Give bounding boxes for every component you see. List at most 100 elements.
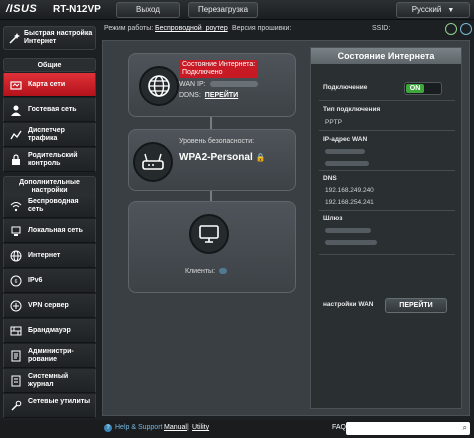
wan-settings-label: настройки WAN <box>323 301 374 308</box>
sidebar-item-vpn[interactable]: VPN сервер <box>3 294 96 318</box>
sidebar-item-network-map[interactable]: Карта сети <box>3 73 96 97</box>
dns-label: DNS <box>323 175 337 182</box>
connection-toggle[interactable]: ON <box>404 82 442 95</box>
wan-ip-redacted-2 <box>325 161 369 166</box>
status-line: Режим работы: Беспроводной_роутер Версия… <box>100 22 474 36</box>
quick-setup-button[interactable]: Быстрая настройка Интернет <box>3 26 96 50</box>
clients-card[interactable]: Клиенты: <box>128 201 296 293</box>
ssid-label: SSID: <box>372 25 391 32</box>
wand-icon <box>9 33 20 44</box>
security-value-row: WPA2-Personal 🔒 <box>179 152 266 163</box>
wan-ip-redacted-1 <box>325 149 365 154</box>
internet-status-badge: Состояние Интернета: Подключено <box>179 60 259 78</box>
usb-status-icon[interactable] <box>460 23 472 35</box>
help-support-label: Help & Support <box>115 424 163 431</box>
sidebar-item-guest-network[interactable]: Гостевая сеть <box>3 98 96 122</box>
connector-line <box>210 117 212 129</box>
sidebar-item-wireless[interactable]: Беспроводная сеть <box>3 194 96 218</box>
wan-ip-panel-label: IP-адрес WAN <box>323 136 368 143</box>
svg-text:6: 6 <box>15 279 18 285</box>
asus-logo: /ISUS <box>6 3 38 15</box>
sidebar-item-lan[interactable]: Локальная сеть <box>3 219 96 243</box>
internet-circle <box>139 66 179 106</box>
sidebar-item-syslog[interactable]: Системный журнал <box>3 369 96 393</box>
sidebar-item-label: Беспроводная сеть <box>28 198 79 213</box>
sidebar-item-ipv6[interactable]: 6 IPv6 <box>3 269 96 293</box>
traffic-icon <box>10 130 22 140</box>
sidebar-item-label: Администри-рование <box>28 348 74 363</box>
sidebar-item-firewall[interactable]: Брандмауэр <box>3 319 96 343</box>
sidebar-item-label: Локальная сеть <box>28 227 83 234</box>
top-bar: /ISUS RT-N12VP Выход Перезагрузка Русски… <box>0 0 474 20</box>
mode-label: Режим работы: <box>104 25 154 32</box>
internet-status-value: Подключено <box>182 69 223 76</box>
clients-count-redacted <box>219 268 228 275</box>
divider <box>319 254 455 255</box>
clients-circle <box>189 214 229 254</box>
monitor-icon <box>199 225 219 243</box>
globe-icon <box>148 75 170 97</box>
internet-card[interactable]: Состояние Интернета: Подключено WAN IP: D… <box>128 53 296 117</box>
sidebar-item-label: IPv6 <box>28 277 43 284</box>
log-icon <box>11 375 21 387</box>
faq-search-input[interactable]: ⌕ <box>346 422 470 435</box>
admin-icon <box>11 350 21 362</box>
sidebar-item-label: Системный журнал <box>28 373 69 388</box>
ddns-row: DDNS: ПЕРЕЙТИ <box>179 92 238 99</box>
footer: ? Help & Support Manual | Utility FAQ ⌕ <box>0 420 474 438</box>
sidebar-item-internet[interactable]: Интернет <box>3 244 96 268</box>
language-select[interactable]: Русский ▼ <box>396 2 470 18</box>
security-value: WPA2-Personal <box>179 152 253 163</box>
panel-title: Состояние Интернета <box>311 48 461 64</box>
wireless-icon <box>10 202 22 212</box>
toggle-on: ON <box>406 84 424 93</box>
wan-ip-label: WAN IP: <box>179 81 206 88</box>
divider <box>319 210 455 211</box>
sidebar-item-parental[interactable]: Родительский контроль <box>3 148 96 172</box>
ddns-link[interactable]: ПЕРЕЙТИ <box>205 92 238 99</box>
router-model: RT-N12VP <box>53 4 101 15</box>
firmware-label: Версия прошивки: <box>232 25 292 32</box>
gateway-label: Шлюз <box>323 215 343 222</box>
network-map-icon <box>10 81 22 90</box>
router-card[interactable]: Уровень безопасности: WPA2-Personal 🔒 <box>128 129 296 191</box>
help-icon: ? <box>104 424 112 432</box>
vpn-icon <box>10 300 22 312</box>
faq-label: FAQ <box>332 424 347 431</box>
guest-network-icon <box>11 105 21 116</box>
logout-button[interactable]: Выход <box>116 2 180 18</box>
utility-link[interactable]: Utility <box>192 424 209 431</box>
divider <box>319 100 455 101</box>
sidebar-item-label: Сетевые утилиты <box>28 398 91 405</box>
divider <box>319 130 455 131</box>
footer-separator: | <box>187 424 189 431</box>
ipv6-icon: 6 <box>10 275 22 287</box>
sidebar-item-admin[interactable]: Администри-рование <box>3 344 96 368</box>
language-value: Русский <box>411 5 442 14</box>
router-circle <box>133 142 173 182</box>
mode-link[interactable]: Беспроводной_роутер <box>155 25 228 32</box>
help-support[interactable]: ? Help & Support <box>104 424 162 432</box>
internet-status-icon[interactable] <box>445 23 457 35</box>
conn-type-value: PPTP <box>325 119 342 126</box>
globe-icon <box>10 250 22 262</box>
sidebar-item-traffic[interactable]: Диспетчер трафика <box>3 123 96 147</box>
sidebar-item-label: Родительский контроль <box>28 152 78 167</box>
conn-type-label: Тип подключения <box>323 106 381 113</box>
main-panel: Состояние Интернета: Подключено WAN IP: D… <box>102 40 470 416</box>
security-label: Уровень безопасности: <box>179 138 255 145</box>
sidebar-item-label: Интернет <box>28 252 61 259</box>
wan-goto-button[interactable]: ПЕРЕЙТИ <box>385 298 447 313</box>
clients-row: Клиенты: <box>185 268 228 275</box>
gateway-redacted-2 <box>325 240 377 245</box>
dns-1: 192.168.249.240 <box>325 187 374 194</box>
chevron-down-icon: ▼ <box>447 7 455 14</box>
parental-control-icon <box>12 154 20 165</box>
sidebar-item-label: Карта сети <box>28 81 66 88</box>
internet-status-label: Состояние Интернета: <box>182 61 256 68</box>
search-icon[interactable]: ⌕ <box>463 423 467 433</box>
quick-setup-label: Быстрая настройка Интернет <box>24 30 93 45</box>
reboot-button[interactable]: Перезагрузка <box>188 2 258 18</box>
sidebar-item-network-tools[interactable]: Сетевые утилиты <box>3 394 96 418</box>
manual-link[interactable]: Manual <box>164 424 187 431</box>
